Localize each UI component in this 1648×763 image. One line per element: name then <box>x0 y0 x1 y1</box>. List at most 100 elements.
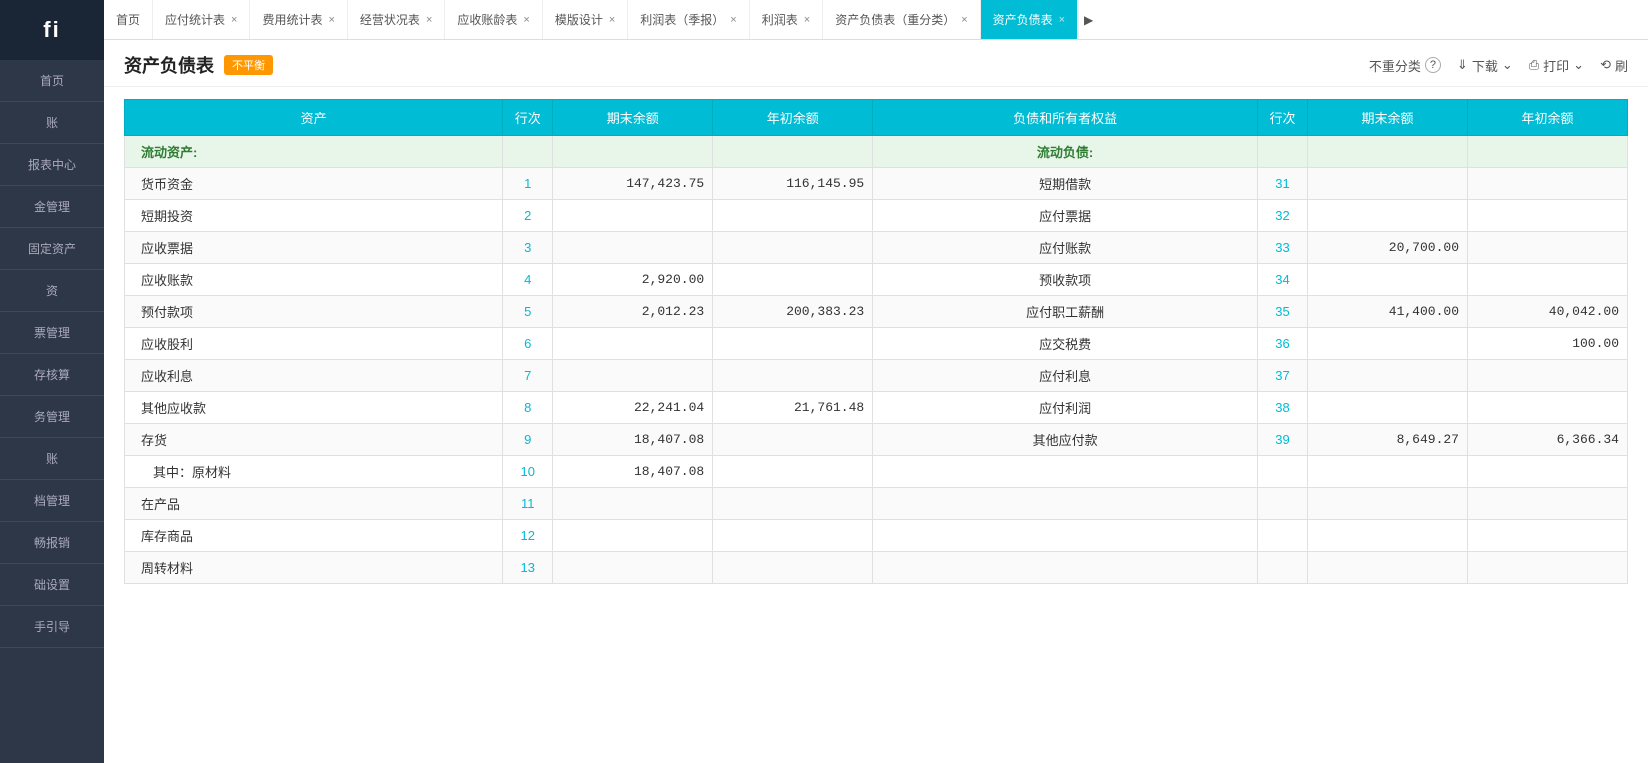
tab-expense-stats[interactable]: 费用统计表 × <box>250 0 347 40</box>
liab-row-num: 37 <box>1258 360 1308 392</box>
asset-year-start: 200,383.23 <box>713 296 873 328</box>
liab-period-end: 20,700.00 <box>1308 232 1468 264</box>
sidebar-item-fund[interactable]: 金管理 <box>0 186 104 228</box>
print-button[interactable]: ⎙ 打印 ⌄ <box>1529 56 1584 75</box>
liability-label: 应付职工薪酬 <box>873 296 1258 328</box>
asset-label: 周转材料 <box>125 552 503 584</box>
sidebar: fi 首页 账 报表中心 金管理 固定资产 资 票管理 存核算 务管理 账 档管… <box>0 0 104 763</box>
asset-year-start <box>713 264 873 296</box>
liab-period-end <box>1308 264 1468 296</box>
col-header-liability: 负债和所有者权益 <box>873 100 1258 136</box>
download-button[interactable]: ⇓ 下载 ⌄ <box>1457 56 1513 75</box>
col-header-year-left: 年初余额 <box>713 100 873 136</box>
liab-period-end <box>1308 200 1468 232</box>
liab-row-num <box>1258 488 1308 520</box>
asset-year-start <box>713 552 873 584</box>
liability-label <box>873 456 1258 488</box>
liability-label: 应付票据 <box>873 200 1258 232</box>
asset-label: 货币资金 <box>125 168 503 200</box>
liab-period-end <box>1308 168 1468 200</box>
table-row: 在产品 11 <box>125 488 1628 520</box>
tab-profit-quarterly[interactable]: 利润表（季报） × <box>628 0 749 40</box>
tab-bar: 首页 应付统计表 × 费用统计表 × 经营状况表 × 应收账龄表 × 模版设计 … <box>104 0 1648 40</box>
liability-label: 短期借款 <box>873 168 1258 200</box>
asset-period-end <box>553 552 713 584</box>
asset-section-year <box>713 136 873 168</box>
liab-year-start <box>1468 488 1628 520</box>
liab-row-num: 34 <box>1258 264 1308 296</box>
tab-close-profit[interactable]: × <box>804 14 810 26</box>
asset-row-num: 6 <box>503 328 553 360</box>
tab-close-payable-stats[interactable]: × <box>231 14 237 26</box>
sidebar-item-archive[interactable]: 档管理 <box>0 480 104 522</box>
sidebar-item-inventory[interactable]: 存核算 <box>0 354 104 396</box>
main-area: 首页 应付统计表 × 费用统计表 × 经营状况表 × 应收账龄表 × 模版设计 … <box>104 0 1648 763</box>
liab-row-num: 36 <box>1258 328 1308 360</box>
tab-operation-status[interactable]: 经营状况表 × <box>348 0 445 40</box>
tab-balance[interactable]: 资产负债表 × <box>981 0 1078 40</box>
tab-close-balance[interactable]: × <box>1059 14 1065 26</box>
liab-period-end <box>1308 552 1468 584</box>
sidebar-item-ticket[interactable]: 票管理 <box>0 312 104 354</box>
table-row: 应收账款 4 2,920.00 预收款项 34 <box>125 264 1628 296</box>
tab-payable-stats[interactable]: 应付统计表 × <box>153 0 250 40</box>
tab-close-receivable-aging[interactable]: × <box>523 14 529 26</box>
liab-year-start: 100.00 <box>1468 328 1628 360</box>
sidebar-item-expense[interactable]: 畅报销 <box>0 522 104 564</box>
sidebar-item-tax[interactable]: 务管理 <box>0 396 104 438</box>
print-icon: ⎙ <box>1529 57 1539 73</box>
tab-balance-reclassified[interactable]: 资产负债表（重分类） × <box>823 0 980 40</box>
classify-toggle[interactable]: 不重分类 ? <box>1369 56 1441 75</box>
liab-section-label: 流动负债: <box>873 136 1258 168</box>
asset-label: 库存商品 <box>125 520 503 552</box>
asset-period-end: 18,407.08 <box>553 424 713 456</box>
liab-row-num <box>1258 552 1308 584</box>
liability-label: 应付利息 <box>873 360 1258 392</box>
sidebar-item-guide[interactable]: 手引导 <box>0 606 104 648</box>
tab-template-design[interactable]: 模版设计 × <box>543 0 628 40</box>
sidebar-item-report-center[interactable]: 报表中心 <box>0 144 104 186</box>
sidebar-item-investment[interactable]: 资 <box>0 270 104 312</box>
liab-year-start <box>1468 552 1628 584</box>
asset-period-end <box>553 488 713 520</box>
asset-row-num: 12 <box>503 520 553 552</box>
tab-close-balance-reclassified[interactable]: × <box>961 14 967 26</box>
asset-label: 应收账款 <box>125 264 503 296</box>
asset-label: 其他应收款 <box>125 392 503 424</box>
asset-label: 应收利息 <box>125 360 503 392</box>
tab-close-profit-quarterly[interactable]: × <box>730 14 736 26</box>
download-label: 下载 <box>1472 56 1498 75</box>
tab-close-operation-status[interactable]: × <box>426 14 432 26</box>
liability-label: 其他应付款 <box>873 424 1258 456</box>
page-title: 资产负债表 <box>124 52 214 78</box>
sidebar-logo: fi <box>0 0 104 60</box>
tab-close-expense-stats[interactable]: × <box>328 14 334 26</box>
download-chevron-icon: ⌄ <box>1502 57 1513 73</box>
asset-label: 短期投资 <box>125 200 503 232</box>
liability-label <box>873 520 1258 552</box>
table-row: 周转材料 13 <box>125 552 1628 584</box>
asset-section-label: 流动资产: <box>125 136 503 168</box>
liab-row-num <box>1258 456 1308 488</box>
sidebar-item-ledger[interactable]: 账 <box>0 438 104 480</box>
asset-section-period <box>553 136 713 168</box>
tab-profit[interactable]: 利润表 × <box>750 0 823 40</box>
tab-close-template-design[interactable]: × <box>609 14 615 26</box>
liab-section-period <box>1308 136 1468 168</box>
asset-row-num: 9 <box>503 424 553 456</box>
table-section-row: 流动资产: 流动负债: <box>125 136 1628 168</box>
tab-scroll-right[interactable]: ▶ <box>1078 0 1098 40</box>
tab-receivable-aging[interactable]: 应收账龄表 × <box>445 0 542 40</box>
help-icon[interactable]: ? <box>1425 57 1441 73</box>
refresh-button[interactable]: ⟲ 刷 <box>1600 56 1628 75</box>
sidebar-item-home[interactable]: 首页 <box>0 60 104 102</box>
sidebar-item-fixed-assets[interactable]: 固定资产 <box>0 228 104 270</box>
liab-period-end <box>1308 392 1468 424</box>
sidebar-item-settings[interactable]: 础设置 <box>0 564 104 606</box>
tab-home[interactable]: 首页 <box>104 0 153 40</box>
unbalanced-badge: 不平衡 <box>224 55 273 75</box>
sidebar-item-account[interactable]: 账 <box>0 102 104 144</box>
liab-section-row <box>1258 136 1308 168</box>
asset-label: 存货 <box>125 424 503 456</box>
liability-label <box>873 488 1258 520</box>
